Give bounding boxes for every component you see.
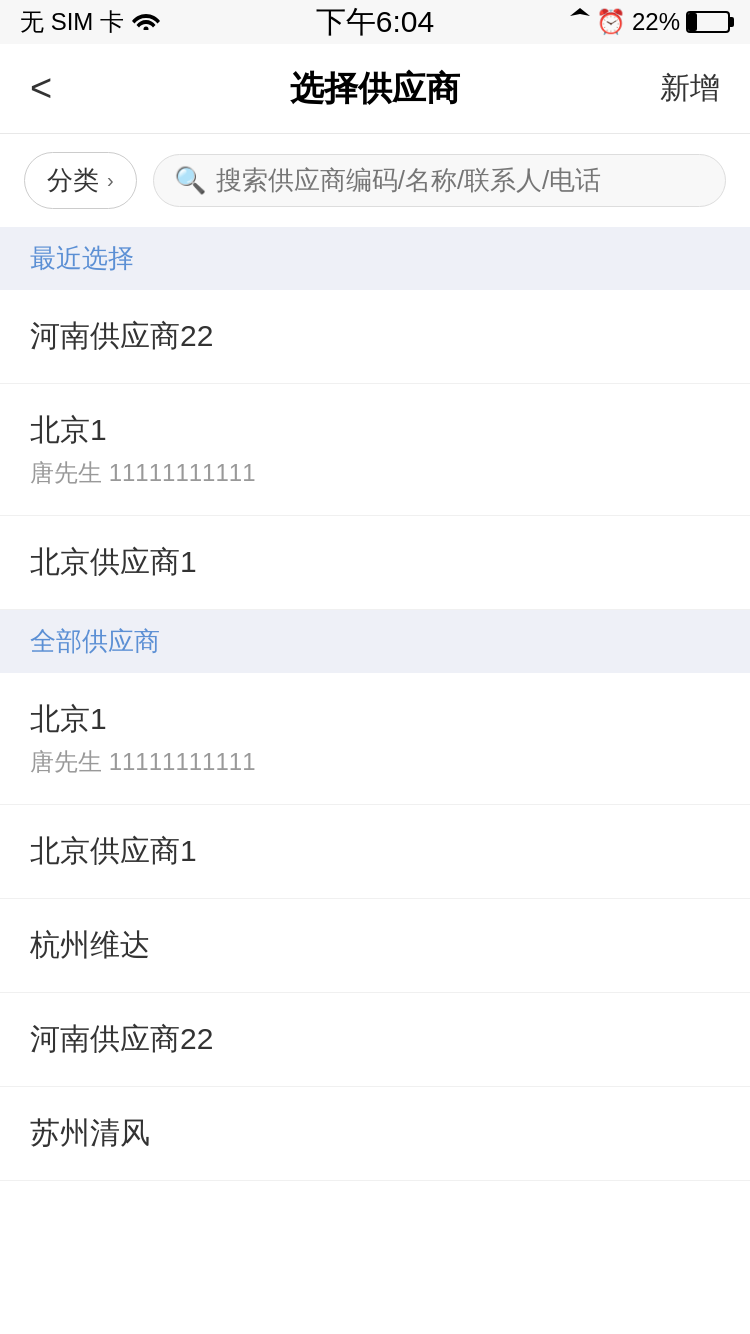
wifi-icon: [132, 8, 160, 36]
status-right: ⏰ 22%: [570, 8, 730, 36]
search-box[interactable]: 🔍: [153, 154, 726, 207]
list-item[interactable]: 北京1 唐先生 11111111111: [0, 384, 750, 516]
list-item[interactable]: 河南供应商22: [0, 993, 750, 1087]
battery-icon: [686, 11, 730, 33]
recent-items-list: 河南供应商22 北京1 唐先生 11111111111 北京供应商1: [0, 290, 750, 610]
list-item[interactable]: 杭州维达: [0, 899, 750, 993]
status-time: 下午6:04: [316, 2, 434, 43]
item-name: 河南供应商22: [30, 316, 720, 357]
all-section-label: 全部供应商: [30, 626, 160, 656]
item-name: 北京1: [30, 410, 720, 451]
search-icon: 🔍: [174, 165, 206, 196]
page-title: 选择供应商: [90, 66, 660, 112]
item-name: 杭州维达: [30, 925, 720, 966]
filter-row: 分类 › 🔍: [0, 134, 750, 227]
item-name: 河南供应商22: [30, 1019, 720, 1060]
item-name: 北京供应商1: [30, 831, 720, 872]
no-sim-text: 无 SIM 卡: [20, 6, 124, 38]
battery-percent: 22%: [632, 8, 680, 36]
item-name: 北京供应商1: [30, 542, 720, 583]
item-name: 苏州清风: [30, 1113, 720, 1154]
location-icon: [570, 8, 590, 36]
status-left: 无 SIM 卡: [20, 6, 160, 38]
category-button[interactable]: 分类 ›: [24, 152, 137, 209]
list-item[interactable]: 北京供应商1: [0, 516, 750, 610]
list-item[interactable]: 河南供应商22: [0, 290, 750, 384]
item-sub: 唐先生 11111111111: [30, 746, 720, 778]
alarm-icon: ⏰: [596, 8, 626, 36]
list-item[interactable]: 北京1 唐先生 11111111111: [0, 673, 750, 805]
all-items-list: 北京1 唐先生 11111111111 北京供应商1 杭州维达河南供应商22 苏州清风: [0, 673, 750, 1181]
recent-section-header: 最近选择: [0, 227, 750, 290]
item-sub: 唐先生 11111111111: [30, 457, 720, 489]
add-button[interactable]: 新增: [660, 68, 720, 109]
all-section-header: 全部供应商: [0, 610, 750, 673]
item-name: 北京1: [30, 699, 720, 740]
list-item[interactable]: 北京供应商1: [0, 805, 750, 899]
search-input[interactable]: [216, 165, 705, 196]
svg-point-0: [144, 27, 149, 31]
recent-section-label: 最近选择: [30, 243, 134, 273]
list-item[interactable]: 苏州清风: [0, 1087, 750, 1181]
status-bar: 无 SIM 卡 下午6:04 ⏰ 22%: [0, 0, 750, 44]
nav-bar: < 选择供应商 新增: [0, 44, 750, 134]
category-label: 分类: [47, 163, 99, 198]
chevron-right-icon: ›: [107, 169, 114, 192]
back-button[interactable]: <: [30, 67, 90, 110]
